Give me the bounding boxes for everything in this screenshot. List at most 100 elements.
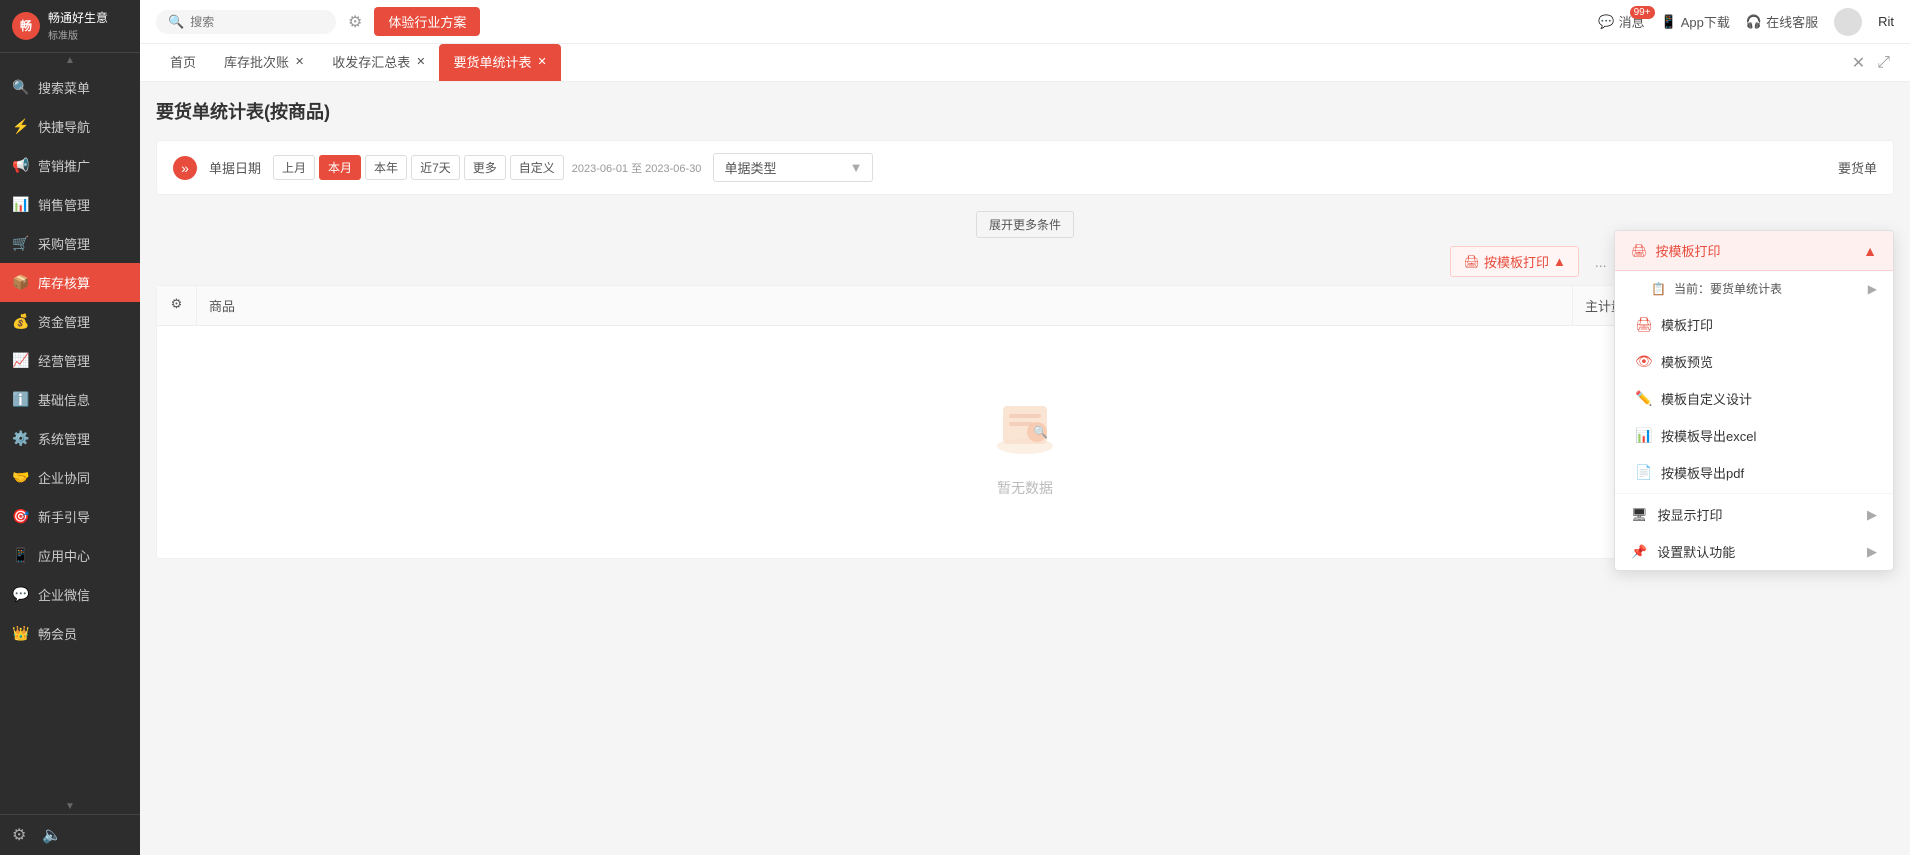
filter-expand-btn[interactable]: »: [173, 156, 197, 180]
sidebar-item-inventory[interactable]: 📦 库存核算: [0, 263, 140, 302]
scroll-up[interactable]: ▲: [0, 53, 140, 68]
date-btn-custom[interactable]: 自定义: [510, 155, 564, 180]
inventory-icon: 📦: [12, 274, 30, 291]
chevron-right-icon: ▶: [1868, 282, 1877, 296]
sidebar-audio-icon[interactable]: 🔈: [42, 825, 62, 845]
yaohuofield-label: 要货单: [1838, 158, 1877, 177]
type-select-dropdown[interactable]: 单据类型 ▼: [713, 153, 873, 182]
tab-inventory-batch[interactable]: 库存批次账 ✕: [210, 44, 318, 81]
tab-home[interactable]: 首页: [156, 44, 210, 81]
print-menu-template-print[interactable]: 🖨 模板打印: [1615, 306, 1893, 343]
tab-close-inventory-batch[interactable]: ✕: [295, 55, 304, 68]
sidebar-item-appcenter[interactable]: 📱 应用中心: [0, 536, 140, 575]
tab-receipt-summary[interactable]: 收发存汇总表 ✕: [318, 44, 439, 81]
app-name: 畅通好生意: [48, 10, 108, 27]
chevron-right-icon: ▶: [1867, 544, 1877, 560]
print-menu-export-pdf[interactable]: 📄 按模板导出pdf: [1615, 454, 1893, 491]
sidebar-item-label: 快捷导航: [38, 117, 90, 136]
topbar: 🔍 ⚙ 体验行业方案 💬 消息 99+ 📱 App下载 🎧 在线客服 Rit: [140, 0, 1910, 44]
messages-badge-container[interactable]: 💬 消息 99+: [1598, 12, 1644, 31]
print-dropdown-header: 🖨 按模板打印 ▲: [1615, 231, 1893, 271]
sidebar-item-membership[interactable]: 👑 畅会员: [0, 614, 140, 653]
sidebar-item-label: 库存核算: [38, 273, 90, 292]
chevron-up-icon: ▲: [1553, 254, 1566, 269]
purchase-icon: 🛒: [12, 235, 30, 252]
scroll-down[interactable]: ▼: [0, 799, 140, 814]
print-template-btn[interactable]: 🖨 按模板打印 ▲: [1450, 246, 1578, 277]
sidebar-item-basic-info[interactable]: ℹ️ 基础信息: [0, 380, 140, 419]
sidebar-item-quicknav[interactable]: ⚡ 快捷导航: [0, 107, 140, 146]
print-label: 按模板打印: [1484, 252, 1549, 271]
print-dropdown-close-btn[interactable]: ▲: [1863, 243, 1877, 259]
date-btn-more[interactable]: 更多: [464, 155, 506, 180]
tab-close-order-summary[interactable]: ✕: [538, 55, 547, 68]
sidebar-item-label: 经营管理: [38, 351, 90, 370]
print-menu-template-preview[interactable]: 👁 模板预览: [1615, 343, 1893, 380]
pdf-icon: 📄: [1635, 464, 1651, 481]
online-service-link[interactable]: 🎧 在线客服: [1746, 12, 1818, 31]
th-settings[interactable]: ⚙: [157, 286, 197, 325]
sidebar-item-label: 资金管理: [38, 312, 90, 331]
tabs-end-controls: ✕ ⤢: [1848, 51, 1894, 75]
membership-icon: 👑: [12, 625, 30, 642]
message-icon: 💬: [1598, 14, 1614, 30]
more-options-dots[interactable]: ...: [1587, 250, 1615, 274]
wechat-icon: 💬: [12, 586, 30, 603]
sidebar-item-purchase[interactable]: 🛒 采购管理: [0, 224, 140, 263]
tabs-bar: 首页 库存批次账 ✕ 收发存汇总表 ✕ 要货单统计表 ✕ ✕ ⤢: [140, 44, 1910, 82]
topbar-right: 💬 消息 99+ 📱 App下载 🎧 在线客服 Rit: [1598, 8, 1894, 36]
print-current-item[interactable]: 📋 当前：要货单统计表 ▶: [1615, 271, 1893, 306]
print-menu-export-excel[interactable]: 📊 按模板导出excel: [1615, 417, 1893, 454]
sidebar-item-finance[interactable]: 💰 资金管理: [0, 302, 140, 341]
empty-illustration: 🔍: [985, 386, 1065, 466]
tab-close-receipt-summary[interactable]: ✕: [416, 55, 425, 68]
app-download-link[interactable]: 📱 App下载: [1661, 12, 1730, 31]
sidebar-item-wechat[interactable]: 💬 企业微信: [0, 575, 140, 614]
date-btn-7days[interactable]: 近7天: [411, 155, 460, 180]
tab-order-summary[interactable]: 要货单统计表 ✕: [439, 44, 560, 81]
date-btn-this-year[interactable]: 本年: [365, 155, 407, 180]
tab-close-icon[interactable]: ✕: [1848, 51, 1869, 75]
settings-gear-icon[interactable]: ⚙: [348, 12, 362, 32]
search-icon: 🔍: [12, 79, 30, 96]
print-default-function[interactable]: 📌 设置默认功能 ▶: [1615, 533, 1893, 570]
date-filter-label: 单据日期: [209, 158, 261, 177]
printer-header-icon: 🖨: [1631, 243, 1648, 259]
date-btn-last-month[interactable]: 上月: [273, 155, 315, 180]
sidebar-item-operation[interactable]: 📈 经营管理: [0, 341, 140, 380]
sidebar-item-label: 基础信息: [38, 390, 90, 409]
expand-more-btn[interactable]: 展开更多条件: [976, 211, 1074, 238]
headset-icon: 🎧: [1746, 14, 1762, 30]
print-display-print[interactable]: 🖥 按显示打印 ▶: [1615, 496, 1893, 533]
sidebar-scroll-area: 🔍 搜索菜单 ⚡ 快捷导航 📢 营销推广 📊 销售管理 🛒 采购管理 📦 库存核…: [0, 68, 140, 799]
tab-expand-icon[interactable]: ⤢: [1873, 52, 1894, 74]
system-icon: ⚙️: [12, 430, 30, 447]
app-download-label: App下载: [1681, 12, 1730, 31]
date-range-text: 2023-06-01 至 2023-06-30: [572, 160, 702, 176]
sidebar-item-label: 搜索菜单: [38, 78, 90, 97]
user-avatar[interactable]: [1834, 8, 1862, 36]
printer-icon: 🖨: [1463, 254, 1480, 270]
sidebar-item-collab[interactable]: 🤝 企业协同: [0, 458, 140, 497]
menu-item-label: 按模板导出pdf: [1661, 463, 1744, 482]
type-label: 单据类型: [724, 158, 776, 177]
industry-btn[interactable]: 体验行业方案: [374, 7, 480, 36]
sidebar-item-system[interactable]: ⚙️ 系统管理: [0, 419, 140, 458]
print-menu-template-design[interactable]: ✏️ 模板自定义设计: [1615, 380, 1893, 417]
newguide-icon: 🎯: [12, 508, 30, 525]
print-dropdown-title: 按模板打印: [1656, 241, 1721, 260]
chevron-right-icon: ▶: [1867, 507, 1877, 523]
search-input[interactable]: [190, 15, 310, 29]
sidebar-item-marketing[interactable]: 📢 营销推广: [0, 146, 140, 185]
main-content: 🔍 ⚙ 体验行业方案 💬 消息 99+ 📱 App下载 🎧 在线客服 Rit: [140, 0, 1910, 855]
chevron-down-icon: ▼: [850, 160, 863, 175]
sidebar-bottom: ⚙ 🔈: [0, 814, 140, 855]
date-btn-this-month[interactable]: 本月: [319, 155, 361, 180]
print-dropdown: 🖨 按模板打印 ▲ 📋 当前：要货单统计表 ▶ 🖨 模板打印 👁 模板预览 ✏️: [1614, 230, 1894, 571]
sidebar-settings-icon[interactable]: ⚙: [12, 825, 26, 845]
sidebar-item-label: 畅会员: [38, 624, 77, 643]
topbar-search-box[interactable]: 🔍: [156, 10, 336, 34]
sidebar-item-newguide[interactable]: 🎯 新手引导: [0, 497, 140, 536]
sidebar-item-sales[interactable]: 📊 销售管理: [0, 185, 140, 224]
sidebar-item-search[interactable]: 🔍 搜索菜单: [0, 68, 140, 107]
